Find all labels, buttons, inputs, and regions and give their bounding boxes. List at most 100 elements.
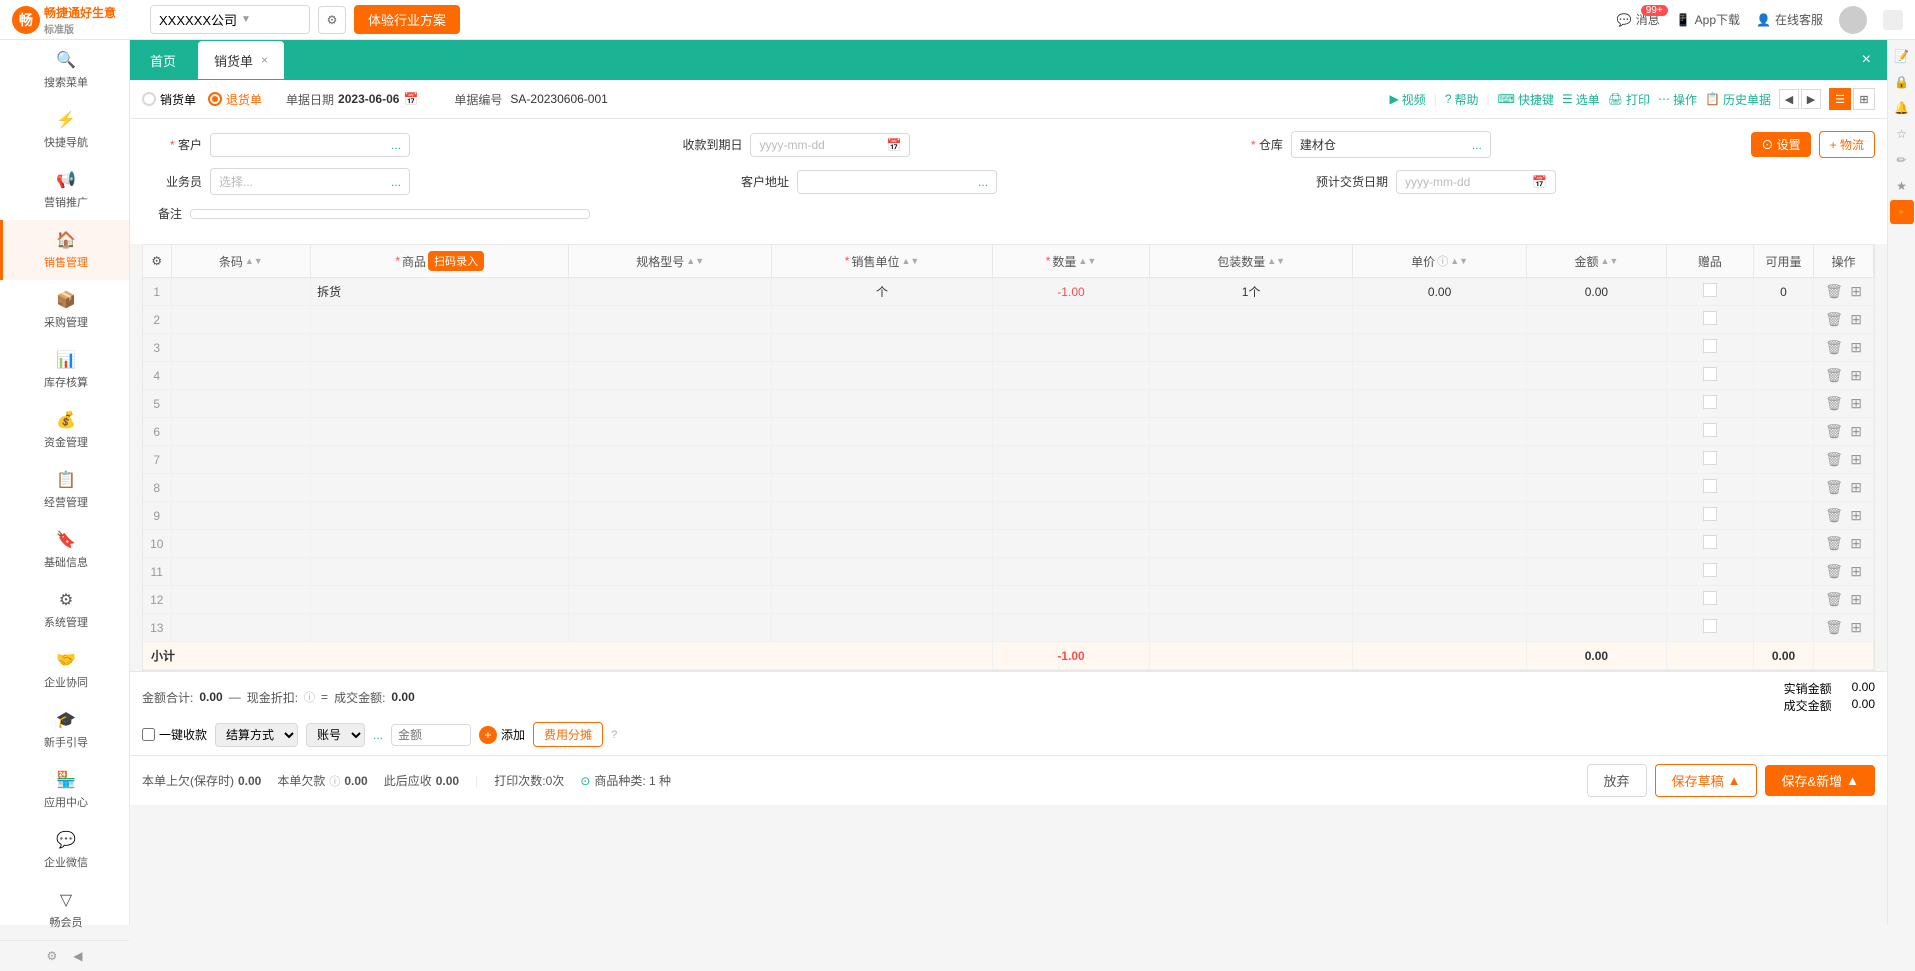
row-amount-2[interactable] <box>1527 306 1667 334</box>
copy-icon-4[interactable]: ⊞ <box>1848 367 1864 383</box>
row-qty-1[interactable]: -1.00 <box>992 278 1149 306</box>
row-gift-5[interactable] <box>1666 390 1753 418</box>
row-amount-9[interactable] <box>1527 502 1667 530</box>
delete-icon-11[interactable]: 🗑 <box>1823 563 1845 579</box>
row-gift-1[interactable] <box>1666 278 1753 306</box>
customer-input[interactable]: ... <box>210 133 410 157</box>
copy-icon-6[interactable]: ⊞ <box>1848 423 1864 439</box>
row-barcode-6[interactable] <box>171 418 311 446</box>
price-info-icon[interactable]: ⓘ <box>1437 253 1448 269</box>
row-spec-8[interactable] <box>569 474 772 502</box>
sidebar-item-system[interactable]: ⚙ 系统管理 <box>0 580 129 640</box>
address-input[interactable]: ... <box>797 170 997 194</box>
row-pkg-qty-4[interactable] <box>1150 362 1353 390</box>
row-gift-6[interactable] <box>1666 418 1753 446</box>
row-qty-13[interactable] <box>992 614 1149 642</box>
row-price-5[interactable] <box>1353 390 1527 418</box>
th-gear-icon[interactable]: ⚙ <box>151 254 162 268</box>
row-barcode-12[interactable] <box>171 586 311 614</box>
message-button[interactable]: 💬 消息 99+ <box>1617 11 1660 28</box>
copy-icon-12[interactable]: ⊞ <box>1848 591 1864 607</box>
delivery-date-input[interactable]: yyyy-mm-dd 📅 <box>1396 170 1556 194</box>
row-barcode-1[interactable] <box>171 278 311 306</box>
gift-checkbox-7[interactable] <box>1703 451 1717 465</box>
settings-icon[interactable]: ⚙ <box>318 6 346 34</box>
add-button[interactable]: + <box>479 726 497 744</box>
row-gift-8[interactable] <box>1666 474 1753 502</box>
right-panel-btn-3[interactable]: 🔔 <box>1890 96 1914 120</box>
salesperson-input[interactable]: 选择... ... <box>210 168 410 195</box>
print-button[interactable]: 🖨 打印 <box>1608 91 1650 108</box>
sidebar-item-management[interactable]: 📋 经营管理 <box>0 460 129 520</box>
row-gift-9[interactable] <box>1666 502 1753 530</box>
expense-button[interactable]: 费用分摊 <box>533 722 603 747</box>
row-pkg-qty-6[interactable] <box>1150 418 1353 446</box>
sidebar-item-sales[interactable]: 🏠 销售管理 <box>0 220 129 280</box>
row-gift-4[interactable] <box>1666 362 1753 390</box>
row-amount-5[interactable] <box>1527 390 1667 418</box>
row-product-10[interactable] <box>311 530 569 558</box>
row-spec-11[interactable] <box>569 558 772 586</box>
sidebar-item-member[interactable]: ▽ 畅会员 <box>0 880 129 940</box>
delete-icon-7[interactable]: 🗑 <box>1823 451 1845 467</box>
row-unit-11[interactable] <box>772 558 993 586</box>
row-qty-3[interactable] <box>992 334 1149 362</box>
row-pkg-qty-3[interactable] <box>1150 334 1353 362</box>
row-product-7[interactable] <box>311 446 569 474</box>
sidebar-item-search[interactable]: 🔍 搜索菜单 <box>0 40 129 100</box>
remarks-input[interactable] <box>190 209 590 219</box>
row-price-4[interactable] <box>1353 362 1527 390</box>
online-service-button[interactable]: 👤 在线客服 <box>1756 11 1823 28</box>
right-panel-btn-4[interactable]: ☆ <box>1890 122 1914 146</box>
save-draft-button[interactable]: 保存草稿 ▲ <box>1655 764 1758 797</box>
settings-button[interactable]: ⊙ 设置 <box>1751 132 1810 157</box>
delete-icon-10[interactable]: 🗑 <box>1823 535 1845 551</box>
row-pkg-qty-11[interactable] <box>1150 558 1353 586</box>
copy-icon-11[interactable]: ⊞ <box>1848 563 1864 579</box>
row-price-1[interactable]: 0.00 <box>1353 278 1527 306</box>
right-panel-btn-7[interactable]: 🔸 <box>1890 200 1914 224</box>
right-panel-btn-5[interactable]: ✏ <box>1890 148 1914 172</box>
one-click-pay-checkbox[interactable]: 一键收款 <box>142 726 207 743</box>
row-qty-4[interactable] <box>992 362 1149 390</box>
row-amount-13[interactable] <box>1527 614 1667 642</box>
row-spec-7[interactable] <box>569 446 772 474</box>
sidebar-item-finance[interactable]: 💰 资金管理 <box>0 400 129 460</box>
delete-icon-6[interactable]: 🗑 <box>1823 423 1845 439</box>
list-view-button[interactable]: ☰ <box>1829 88 1851 110</box>
sidebar-item-purchase[interactable]: 📦 采购管理 <box>0 280 129 340</box>
delete-icon-13[interactable]: 🗑 <box>1823 619 1845 635</box>
copy-icon-3[interactable]: ⊞ <box>1848 339 1864 355</box>
row-price-12[interactable] <box>1353 586 1527 614</box>
copy-icon-10[interactable]: ⊞ <box>1848 535 1864 551</box>
discount-info-icon[interactable]: ⓘ <box>304 689 315 705</box>
row-pkg-qty-12[interactable] <box>1150 586 1353 614</box>
window-close-icon[interactable]: × <box>1846 51 1887 69</box>
row-product-2[interactable] <box>311 306 569 334</box>
row-pkg-qty-7[interactable] <box>1150 446 1353 474</box>
row-amount-12[interactable] <box>1527 586 1667 614</box>
row-product-1[interactable]: 拆货 <box>311 278 569 306</box>
gift-checkbox-9[interactable] <box>1703 507 1717 521</box>
row-spec-4[interactable] <box>569 362 772 390</box>
row-amount-4[interactable] <box>1527 362 1667 390</box>
row-amount-10[interactable] <box>1527 530 1667 558</box>
row-unit-1[interactable]: 个 <box>772 278 993 306</box>
gift-checkbox-6[interactable] <box>1703 423 1717 437</box>
row-unit-12[interactable] <box>772 586 993 614</box>
row-barcode-2[interactable] <box>171 306 311 334</box>
row-product-8[interactable] <box>311 474 569 502</box>
row-gift-12[interactable] <box>1666 586 1753 614</box>
row-spec-5[interactable] <box>569 390 772 418</box>
gift-checkbox-1[interactable] <box>1703 283 1717 297</box>
row-gift-7[interactable] <box>1666 446 1753 474</box>
sidebar-item-quick-nav[interactable]: ⚡ 快捷导航 <box>0 100 129 160</box>
row-price-7[interactable] <box>1353 446 1527 474</box>
row-spec-3[interactable] <box>569 334 772 362</box>
expense-info-icon[interactable]: ? <box>611 729 617 741</box>
gift-checkbox-10[interactable] <box>1703 535 1717 549</box>
row-qty-11[interactable] <box>992 558 1149 586</box>
row-barcode-9[interactable] <box>171 502 311 530</box>
sidebar-item-collab[interactable]: 🤝 企业协同 <box>0 640 129 700</box>
row-unit-2[interactable] <box>772 306 993 334</box>
